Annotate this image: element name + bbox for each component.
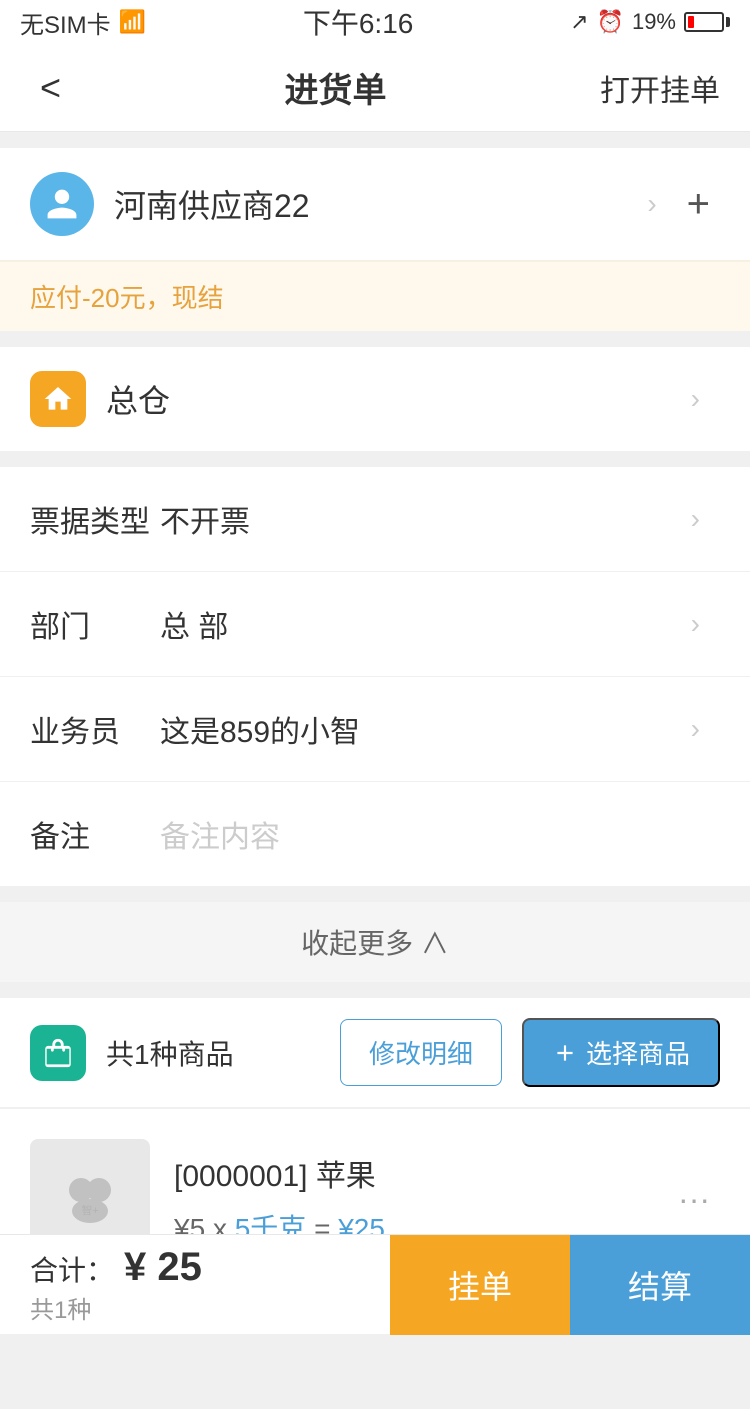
status-left: 无SIM卡 📶	[20, 5, 146, 40]
status-time: 下午6:16	[303, 2, 414, 42]
warehouse-name: 总仓	[106, 376, 691, 422]
person-icon	[44, 186, 80, 222]
invoice-label: 票据类型	[30, 497, 160, 541]
supplier-chevron-icon: ›	[647, 188, 656, 220]
warehouse-icon	[30, 371, 86, 427]
open-pending-button[interactable]: 打开挂单	[600, 66, 720, 110]
svg-text:智+: 智+	[81, 1203, 98, 1217]
wifi-icon: 📶	[119, 9, 146, 35]
salesman-chevron-icon: ›	[691, 713, 700, 745]
collapse-button[interactable]: 收起更多 ∧	[0, 902, 750, 982]
battery-percent: 19%	[632, 9, 676, 35]
total-label: 合计：	[30, 1249, 114, 1289]
remark-label: 备注	[30, 812, 160, 856]
select-product-icon	[552, 1040, 578, 1066]
department-row[interactable]: 部门 总 部 ›	[0, 572, 750, 677]
select-product-label: 选择商品	[586, 1034, 690, 1071]
back-button[interactable]: <	[30, 57, 71, 119]
remark-row[interactable]: 备注 备注内容	[0, 782, 750, 886]
products-header: 共1种商品 修改明细 选择商品	[0, 998, 750, 1107]
products-icon	[30, 1025, 86, 1081]
footer: 合计： ¥ 25 共1种 挂单 结算	[0, 1234, 750, 1334]
salesman-value: 这是859的小智	[160, 707, 691, 751]
products-count: 共1种商品	[106, 1033, 320, 1073]
battery-icon	[684, 12, 730, 32]
status-right: ↗ ⏰ 19%	[570, 9, 730, 35]
product-title: 苹果	[316, 1160, 376, 1193]
salesman-label: 业务员	[30, 707, 160, 751]
department-chevron-icon: ›	[691, 608, 700, 640]
product-code: [0000001]	[174, 1160, 307, 1193]
alarm-icon: ⏰	[597, 9, 624, 35]
supplier-name: 河南供应商22	[114, 181, 647, 227]
page-title: 进货单	[285, 63, 387, 112]
status-bar: 无SIM卡 📶 下午6:16 ↗ ⏰ 19%	[0, 0, 750, 44]
form-card: 票据类型 不开票 › 部门 总 部 › 业务员 这是859的小智 › 备注 备注…	[0, 467, 750, 886]
pending-button[interactable]: 挂单	[390, 1235, 570, 1335]
edit-details-button[interactable]: 修改明细	[340, 1019, 502, 1086]
select-product-button[interactable]: 选择商品	[522, 1018, 720, 1087]
product-info: [0000001] 苹果 ¥5 x 5千克 = ¥25	[174, 1151, 644, 1247]
salesman-row[interactable]: 业务员 这是859的小智 ›	[0, 677, 750, 782]
location-icon: ↗	[570, 9, 588, 35]
add-supplier-button[interactable]: +	[677, 182, 720, 227]
department-label: 部门	[30, 602, 160, 646]
content-area: 河南供应商22 › + 应付-20元，现结 总仓 › 票据类型 不开票 › 部门…	[0, 148, 750, 1409]
product-placeholder-icon: 智+	[60, 1169, 120, 1229]
nav-bar: < 进货单 打开挂单	[0, 44, 750, 132]
warehouse-card: 总仓 ›	[0, 347, 750, 451]
invoice-row[interactable]: 票据类型 不开票 ›	[0, 467, 750, 572]
total-value: ¥ 25	[124, 1245, 202, 1290]
supplier-card: 河南供应商22 › + 应付-20元，现结	[0, 148, 750, 331]
invoice-chevron-icon: ›	[691, 503, 700, 535]
supplier-warning: 应付-20元，现结	[0, 261, 750, 331]
home-icon	[42, 383, 74, 415]
total-sub: 共1种	[30, 1290, 360, 1325]
warehouse-chevron-icon: ›	[691, 383, 700, 415]
supplier-row[interactable]: 河南供应商22 › +	[0, 148, 750, 261]
remark-input[interactable]: 备注内容	[160, 812, 720, 856]
total-row: 合计： ¥ 25	[30, 1245, 360, 1290]
product-name: [0000001] 苹果	[174, 1151, 644, 1195]
settle-button[interactable]: 结算	[570, 1235, 750, 1335]
bag-icon	[41, 1036, 75, 1070]
product-more-button[interactable]: ···	[668, 1181, 720, 1218]
department-value: 总 部	[160, 602, 691, 646]
warehouse-row[interactable]: 总仓 ›	[0, 347, 750, 451]
footer-total: 合计： ¥ 25 共1种	[0, 1245, 390, 1325]
invoice-value: 不开票	[160, 497, 691, 541]
supplier-avatar	[30, 172, 94, 236]
carrier-text: 无SIM卡	[20, 5, 111, 40]
